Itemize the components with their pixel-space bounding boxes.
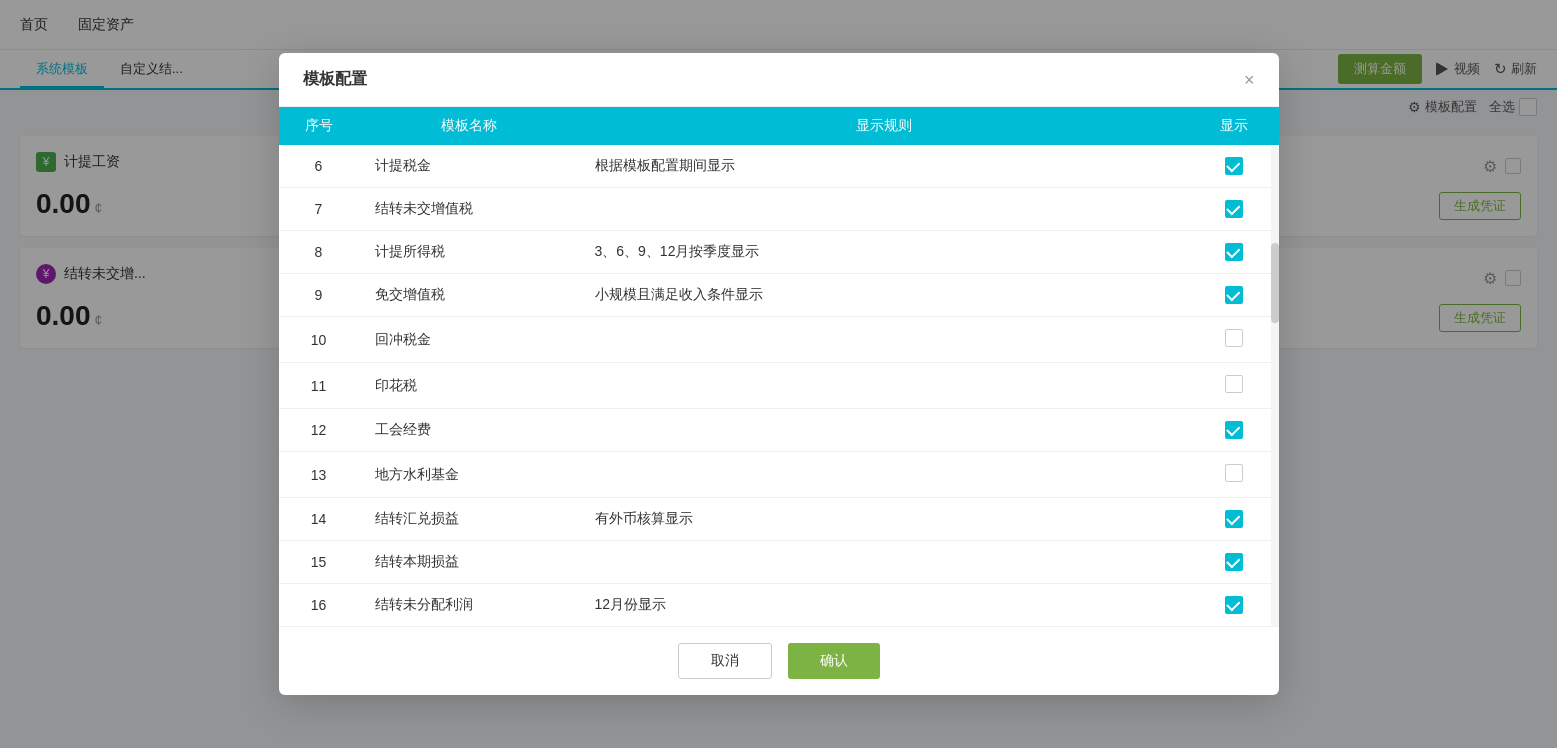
cell-name: 结转本期损益 bbox=[359, 541, 579, 584]
cell-checkbox[interactable] bbox=[1189, 498, 1279, 541]
table-row: 11印花税 bbox=[279, 363, 1279, 409]
cell-checkbox[interactable] bbox=[1189, 452, 1279, 498]
cell-name: 印花税 bbox=[359, 363, 579, 409]
table-row: 8计提所得税3、6、9、12月按季度显示 bbox=[279, 231, 1279, 274]
table-row: 7结转未交增值税 bbox=[279, 188, 1279, 231]
cell-rule: 12月份显示 bbox=[579, 584, 1189, 627]
cell-index: 15 bbox=[279, 541, 359, 584]
table-row: 15结转本期损益 bbox=[279, 541, 1279, 584]
cell-rule: 有外币核算显示 bbox=[579, 498, 1189, 541]
checkbox-checked-15[interactable] bbox=[1225, 553, 1243, 571]
cell-rule bbox=[579, 452, 1189, 498]
cell-name: 结转未分配利润 bbox=[359, 584, 579, 627]
cell-rule: 根据模板配置期间显示 bbox=[579, 145, 1189, 188]
cell-rule: 3、6、9、12月按季度显示 bbox=[579, 231, 1189, 274]
table-row: 12工会经费 bbox=[279, 409, 1279, 452]
checkbox-checked-7[interactable] bbox=[1225, 200, 1243, 218]
cell-rule bbox=[579, 541, 1189, 584]
col-header-rule: 显示规则 bbox=[579, 107, 1189, 145]
cell-rule: 小规模且满足收入条件显示 bbox=[579, 274, 1189, 317]
cell-index: 7 bbox=[279, 188, 359, 231]
scrollbar-thumb[interactable] bbox=[1271, 243, 1279, 323]
cell-rule bbox=[579, 317, 1189, 363]
cell-index: 8 bbox=[279, 231, 359, 274]
cell-name: 工会经费 bbox=[359, 409, 579, 452]
cell-index: 16 bbox=[279, 584, 359, 627]
cell-name: 免交增值税 bbox=[359, 274, 579, 317]
cell-rule bbox=[579, 188, 1189, 231]
checkbox-checked-9[interactable] bbox=[1225, 286, 1243, 304]
col-header-index: 序号 bbox=[279, 107, 359, 145]
cell-rule bbox=[579, 363, 1189, 409]
checkbox-checked-14[interactable] bbox=[1225, 510, 1243, 528]
cell-checkbox[interactable] bbox=[1189, 363, 1279, 409]
checkbox-checked-6[interactable] bbox=[1225, 157, 1243, 175]
cell-index: 11 bbox=[279, 363, 359, 409]
table-row: 6计提税金根据模板配置期间显示 bbox=[279, 145, 1279, 188]
table-header-row: 序号 模板名称 显示规则 显示 bbox=[279, 107, 1279, 145]
cell-index: 14 bbox=[279, 498, 359, 541]
checkbox-checked-12[interactable] bbox=[1225, 421, 1243, 439]
cell-name: 结转汇兑损益 bbox=[359, 498, 579, 541]
cell-checkbox[interactable] bbox=[1189, 145, 1279, 188]
cell-checkbox[interactable] bbox=[1189, 541, 1279, 584]
cell-name: 结转未交增值税 bbox=[359, 188, 579, 231]
cell-index: 9 bbox=[279, 274, 359, 317]
table-row: 10回冲税金 bbox=[279, 317, 1279, 363]
cell-index: 12 bbox=[279, 409, 359, 452]
dialog-table-wrap[interactable]: 序号 模板名称 显示规则 显示 6计提税金根据模板配置期间显示7结转未交增值税8… bbox=[279, 107, 1279, 626]
dialog-title: 模板配置 bbox=[303, 69, 367, 90]
cell-checkbox[interactable] bbox=[1189, 231, 1279, 274]
cell-index: 6 bbox=[279, 145, 359, 188]
template-config-dialog: 模板配置 × 序号 模板名称 显示规则 显示 6计提税金根据模板配置期间显示7结… bbox=[279, 53, 1279, 695]
checkbox-unchecked-13[interactable] bbox=[1225, 464, 1243, 482]
checkbox-checked-16[interactable] bbox=[1225, 596, 1243, 614]
cell-checkbox[interactable] bbox=[1189, 584, 1279, 627]
config-table: 序号 模板名称 显示规则 显示 6计提税金根据模板配置期间显示7结转未交增值税8… bbox=[279, 107, 1279, 626]
dialog-footer: 取消 确认 bbox=[279, 626, 1279, 695]
cancel-button[interactable]: 取消 bbox=[678, 643, 772, 679]
cell-name: 回冲税金 bbox=[359, 317, 579, 363]
cell-name: 计提税金 bbox=[359, 145, 579, 188]
dialog-overlay: 模板配置 × 序号 模板名称 显示规则 显示 6计提税金根据模板配置期间显示7结… bbox=[0, 0, 1557, 748]
cell-checkbox[interactable] bbox=[1189, 317, 1279, 363]
checkbox-checked-8[interactable] bbox=[1225, 243, 1243, 261]
cell-name: 地方水利基金 bbox=[359, 452, 579, 498]
cell-checkbox[interactable] bbox=[1189, 409, 1279, 452]
dialog-close-button[interactable]: × bbox=[1244, 71, 1255, 89]
checkbox-unchecked-11[interactable] bbox=[1225, 375, 1243, 393]
table-row: 16结转未分配利润12月份显示 bbox=[279, 584, 1279, 627]
table-row: 14结转汇兑损益有外币核算显示 bbox=[279, 498, 1279, 541]
dialog-header: 模板配置 × bbox=[279, 53, 1279, 107]
col-header-name: 模板名称 bbox=[359, 107, 579, 145]
cell-checkbox[interactable] bbox=[1189, 188, 1279, 231]
table-row: 9免交增值税小规模且满足收入条件显示 bbox=[279, 274, 1279, 317]
cell-index: 13 bbox=[279, 452, 359, 498]
cell-index: 10 bbox=[279, 317, 359, 363]
table-row: 13地方水利基金 bbox=[279, 452, 1279, 498]
cell-checkbox[interactable] bbox=[1189, 274, 1279, 317]
col-header-display: 显示 bbox=[1189, 107, 1279, 145]
scrollbar-track bbox=[1271, 147, 1279, 626]
confirm-button[interactable]: 确认 bbox=[788, 643, 880, 679]
cell-name: 计提所得税 bbox=[359, 231, 579, 274]
checkbox-unchecked-10[interactable] bbox=[1225, 329, 1243, 347]
cell-rule bbox=[579, 409, 1189, 452]
